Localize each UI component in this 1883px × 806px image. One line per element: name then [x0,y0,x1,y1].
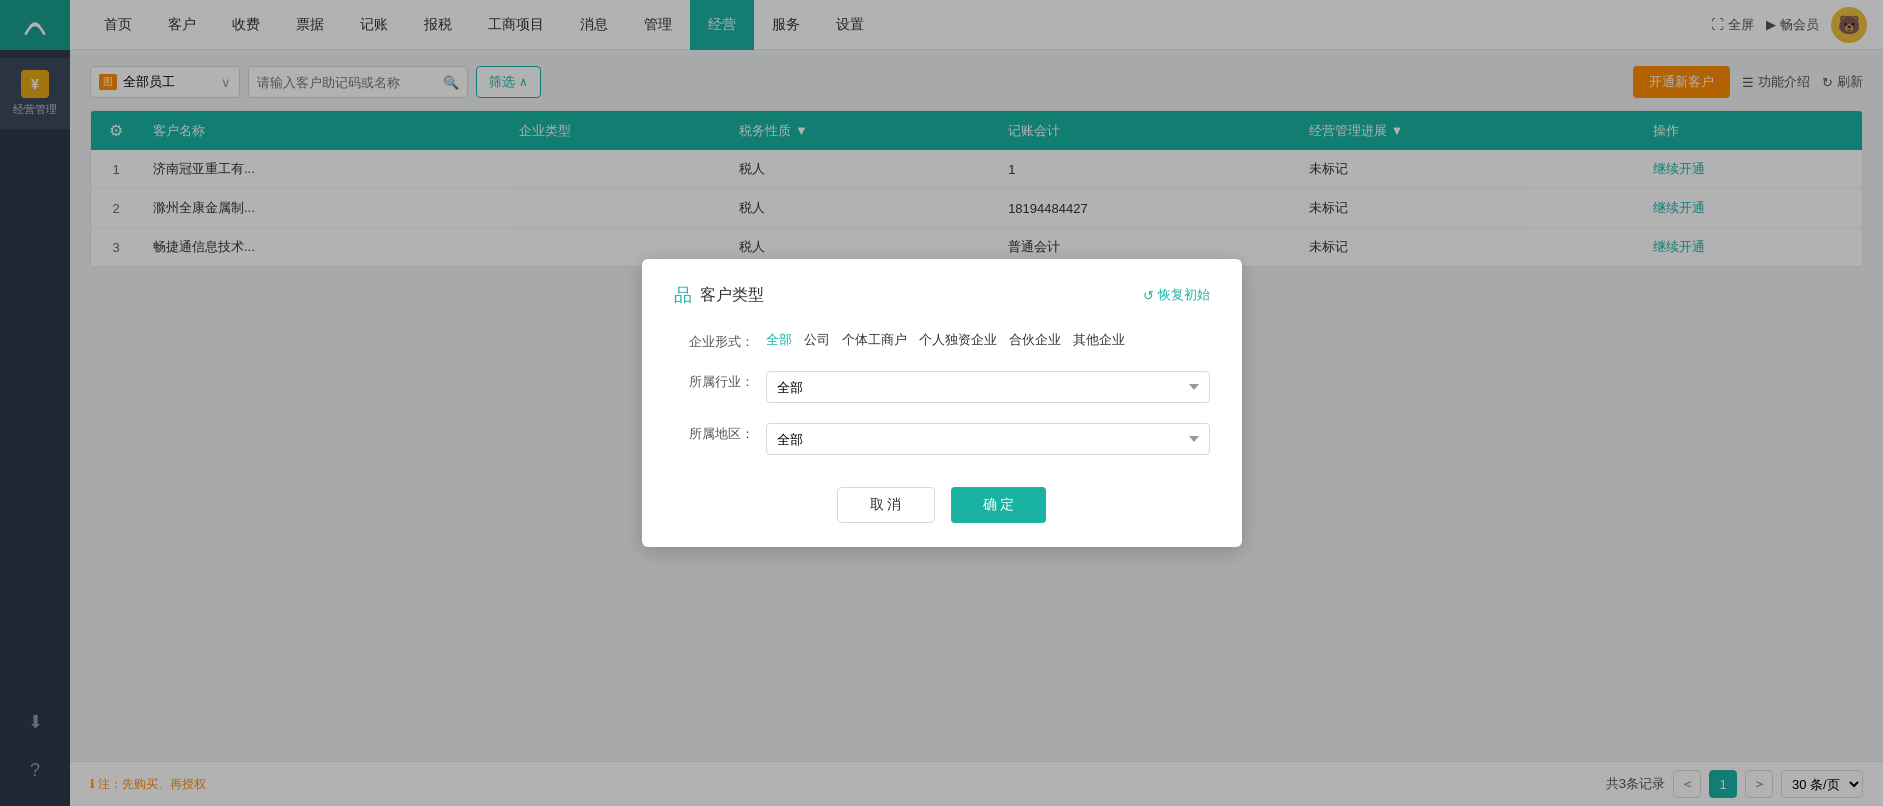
confirm-button[interactable]: 确 定 [951,487,1047,523]
reset-button[interactable]: ↺ 恢复初始 [1143,286,1210,304]
region-form-row: 所属地区： 全部 [674,423,1210,455]
cancel-button[interactable]: 取 消 [837,487,935,523]
region-select-wrapper: 全部 [766,423,1210,455]
option-sole[interactable]: 个人独资企业 [919,331,997,349]
enterprise-form-row: 企业形式： 全部 公司 个体工商户 个人独资企业 合伙企业 其他企业 [674,331,1210,351]
industry-form-row: 所属行业： 全部 [674,371,1210,403]
modal-title-left: 品 客户类型 [674,283,764,307]
enterprise-form-label: 企业形式： [674,331,754,351]
option-individual[interactable]: 个体工商户 [842,331,907,349]
region-select[interactable]: 全部 [766,423,1210,455]
reset-icon: ↺ [1143,288,1154,303]
customer-type-icon: 品 [674,283,692,307]
enterprise-form-content: 全部 公司 个体工商户 个人独资企业 合伙企业 其他企业 [766,331,1210,349]
modal-title: 品 客户类型 ↺ 恢复初始 [674,283,1210,307]
industry-select-wrapper: 全部 [766,371,1210,403]
modal-footer: 取 消 确 定 [674,487,1210,523]
option-partnership[interactable]: 合伙企业 [1009,331,1061,349]
option-other[interactable]: 其他企业 [1073,331,1125,349]
option-company[interactable]: 公司 [804,331,830,349]
modal-title-text: 客户类型 [700,285,764,306]
industry-select[interactable]: 全部 [766,371,1210,403]
option-all[interactable]: 全部 [766,331,792,349]
region-label: 所属地区： [674,423,754,443]
industry-label: 所属行业： [674,371,754,391]
customer-type-modal: 品 客户类型 ↺ 恢复初始 企业形式： 全部 公司 个体工商户 个人独资企业 合… [642,259,1242,547]
modal-overlay: 品 客户类型 ↺ 恢复初始 企业形式： 全部 公司 个体工商户 个人独资企业 合… [0,0,1883,806]
